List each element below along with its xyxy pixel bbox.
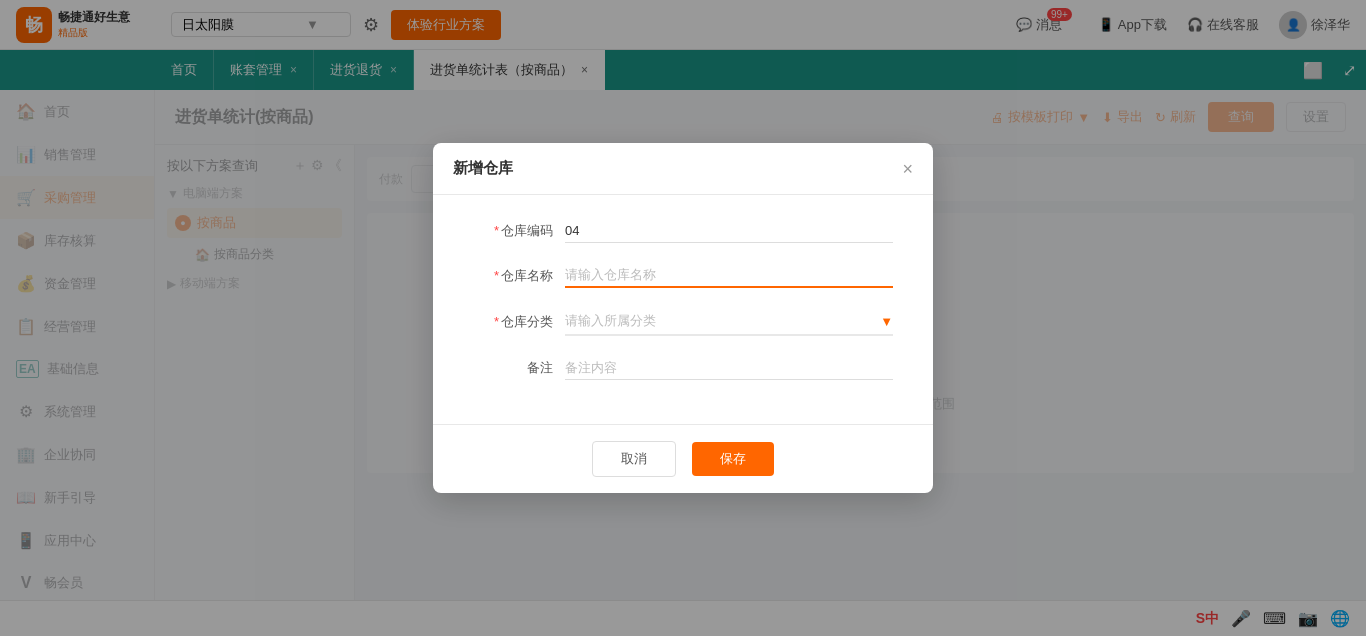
warehouse-name-label: *仓库名称 — [473, 267, 553, 285]
warehouse-name-row: *仓库名称 — [473, 263, 893, 288]
cancel-btn[interactable]: 取消 — [592, 441, 676, 477]
warehouse-category-select[interactable]: 请输入所属分类 ▼ — [565, 308, 893, 336]
warehouse-code-row: *仓库编码 — [473, 219, 893, 243]
modal-overlay[interactable]: 新增仓库 × *仓库编码 *仓库名称 *仓库分类 — [0, 0, 1366, 636]
modal-header: 新增仓库 × — [433, 143, 933, 195]
note-label: 备注 — [473, 359, 553, 377]
modal-body: *仓库编码 *仓库名称 *仓库分类 请输入所属分类 ▼ — [433, 195, 933, 424]
required-star-1: * — [494, 223, 499, 238]
modal-footer: 取消 保存 — [433, 424, 933, 493]
required-star-2: * — [494, 268, 499, 283]
save-btn[interactable]: 保存 — [692, 442, 774, 476]
category-dropdown-icon: ▼ — [880, 314, 893, 329]
modal-close-btn[interactable]: × — [902, 160, 913, 178]
warehouse-category-placeholder: 请输入所属分类 — [565, 312, 656, 330]
required-star-3: * — [494, 314, 499, 329]
warehouse-category-label: *仓库分类 — [473, 313, 553, 331]
warehouse-modal: 新增仓库 × *仓库编码 *仓库名称 *仓库分类 — [433, 143, 933, 493]
warehouse-name-input[interactable] — [565, 263, 893, 288]
warehouse-category-row: *仓库分类 请输入所属分类 ▼ — [473, 308, 893, 336]
warehouse-code-label: *仓库编码 — [473, 222, 553, 240]
warehouse-code-input[interactable] — [565, 219, 893, 243]
note-input[interactable] — [565, 356, 893, 380]
modal-title: 新增仓库 — [453, 159, 513, 178]
note-row: 备注 — [473, 356, 893, 380]
